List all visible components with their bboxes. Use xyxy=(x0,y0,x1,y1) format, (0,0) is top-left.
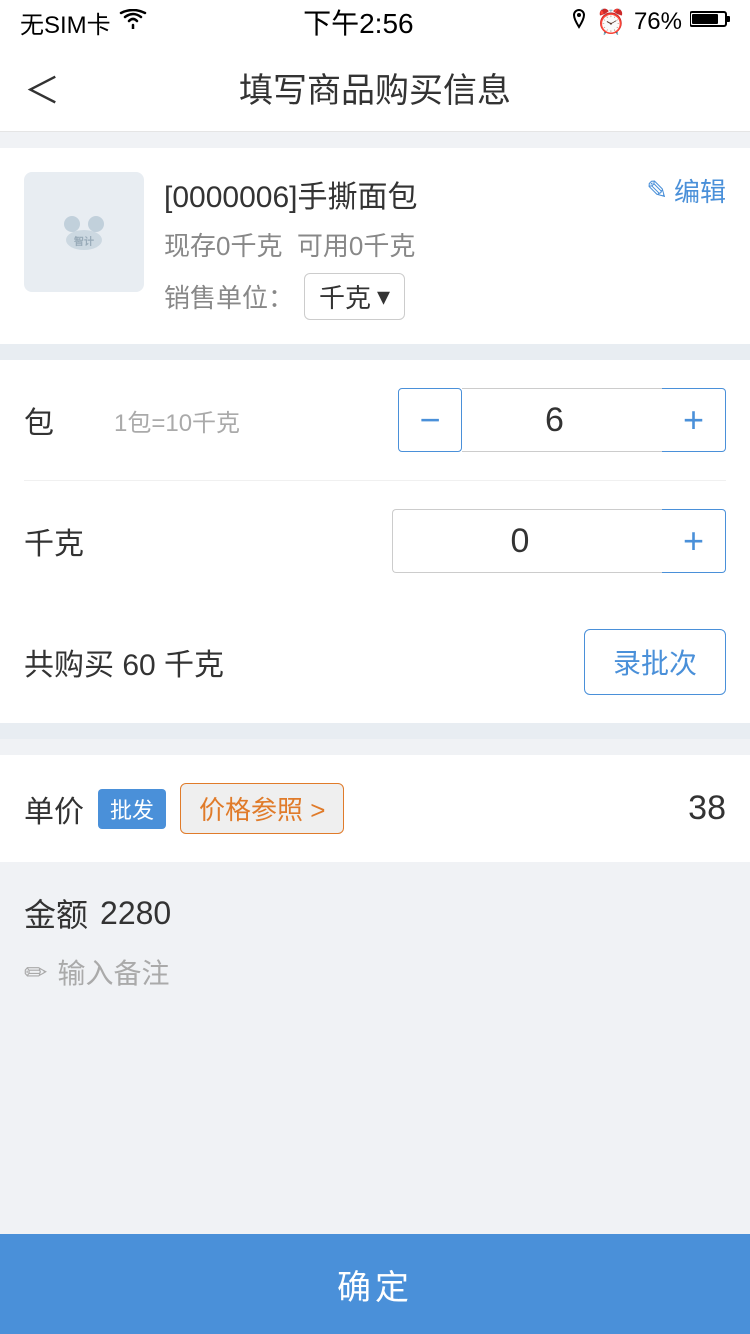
price-section: 单价 批发 价格参照 > 38 xyxy=(0,755,750,862)
location-icon xyxy=(570,8,588,36)
unit-select[interactable]: 千克 ▾ xyxy=(304,273,405,320)
section-divider-2 xyxy=(0,723,750,739)
confirm-button[interactable]: 确定 xyxy=(0,1234,750,1334)
bottom-spacer xyxy=(0,1008,750,1128)
total-text: 共购买 60 千克 xyxy=(24,640,224,684)
price-tag: 批发 xyxy=(98,789,166,829)
battery-icon xyxy=(690,8,730,36)
bao-increment-button[interactable]: + xyxy=(662,388,726,452)
edit-button[interactable]: ✎ 编辑 xyxy=(646,172,726,209)
pencil-icon: ✏ xyxy=(24,956,47,989)
product-card: 智计 [0000006]手撕面包 现存0千克 可用0千克 销售单位： 千克 ▾ … xyxy=(0,148,750,344)
back-button[interactable]: ＜ xyxy=(24,62,60,114)
nav-bar: ＜ 填写商品购买信息 xyxy=(0,44,750,132)
bao-decrement-button[interactable]: − xyxy=(398,388,462,452)
price-value: 38 xyxy=(688,789,726,828)
status-right: ⏰ 76% xyxy=(570,8,730,37)
battery-text: 76% xyxy=(634,8,682,36)
amount-section: 金额 2280 ✏ 输入备注 xyxy=(0,862,750,1008)
product-unit-row: 销售单位： 千克 ▾ xyxy=(164,273,726,320)
carrier-text: 无SIM卡 xyxy=(20,5,111,40)
kg-controls: + xyxy=(392,509,726,573)
bao-sublabel: 1包=10千克 xyxy=(114,403,240,438)
kg-label: 千克 xyxy=(24,519,104,563)
edit-icon: ✎ xyxy=(646,175,668,206)
status-bar: 无SIM卡 下午2:56 ⏰ 76% xyxy=(0,0,750,44)
input-section: 包 1包=10千克 − + 千克 + xyxy=(0,360,750,601)
product-thumbnail: 智计 xyxy=(24,172,144,292)
kg-increment-button[interactable]: + xyxy=(662,509,726,573)
price-label: 单价 xyxy=(24,787,84,831)
amount-value: 2280 xyxy=(100,895,171,932)
alarm-icon: ⏰ xyxy=(596,8,626,37)
bao-quantity-input[interactable] xyxy=(462,388,662,452)
wifi-icon xyxy=(119,8,147,36)
batch-button[interactable]: 录批次 xyxy=(584,629,726,695)
status-time: 下午2:56 xyxy=(303,2,414,42)
remark-row[interactable]: ✏ 输入备注 xyxy=(24,952,726,992)
product-info: [0000006]手撕面包 现存0千克 可用0千克 销售单位： 千克 ▾ xyxy=(164,172,726,320)
nav-title: 填写商品购买信息 xyxy=(239,63,511,112)
chevron-down-icon: ▾ xyxy=(377,281,390,312)
bao-controls: − + xyxy=(398,388,726,452)
total-row: 共购买 60 千克 录批次 xyxy=(0,601,750,723)
bao-input-row: 包 1包=10千克 − + xyxy=(24,360,726,481)
product-name: [0000006]手撕面包 xyxy=(164,172,726,216)
price-ref-button[interactable]: 价格参照 > xyxy=(180,783,344,834)
bao-label: 包 xyxy=(24,398,104,442)
section-divider-1 xyxy=(0,344,750,360)
svg-text:智计: 智计 xyxy=(74,235,94,248)
kg-input-row: 千克 + xyxy=(24,481,726,601)
product-stock: 现存0千克 可用0千克 xyxy=(164,226,726,263)
amount-row: 金额 2280 xyxy=(24,890,726,936)
remark-placeholder: 输入备注 xyxy=(57,952,169,992)
amount-label: 金额 xyxy=(24,890,88,936)
kg-quantity-input[interactable] xyxy=(392,509,662,573)
status-left: 无SIM卡 xyxy=(20,5,147,40)
